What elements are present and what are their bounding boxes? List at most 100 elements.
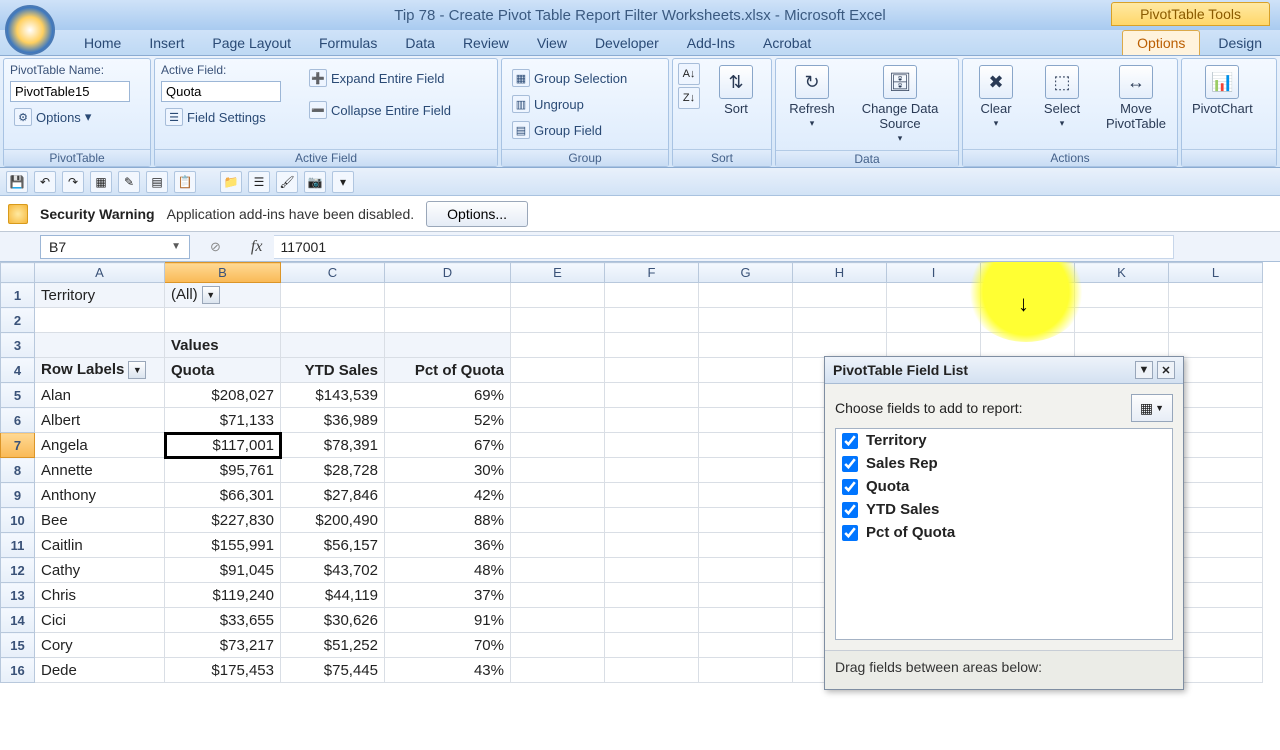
cell-ytd[interactable]: $78,391 [281,433,385,458]
cell-quota[interactable]: $91,045 [165,558,281,583]
field-list-titlebar[interactable]: PivotTable Field List ▼ ✕ [825,357,1183,384]
cell[interactable] [605,358,699,383]
cell[interactable] [605,408,699,433]
cell[interactable] [511,558,605,583]
cell-name[interactable]: Angela [35,433,165,458]
row-header-14[interactable]: 14 [1,608,35,633]
formula-input[interactable]: 117001 [274,235,1174,259]
field-item[interactable]: Pct of Quota [836,521,1172,544]
tab-review[interactable]: Review [449,31,523,55]
cell[interactable] [511,283,605,308]
row-header-13[interactable]: 13 [1,583,35,608]
cell[interactable] [699,408,793,433]
pct-header[interactable]: Pct of Quota [385,358,511,383]
col-header-F[interactable]: F [605,263,699,283]
row-header-2[interactable]: 2 [1,308,35,333]
cell[interactable] [511,408,605,433]
cell[interactable] [605,458,699,483]
redo-icon[interactable]: ↷ [62,171,84,193]
cell[interactable] [699,483,793,508]
cell[interactable] [511,483,605,508]
active-field-input[interactable] [161,81,281,102]
quota-header[interactable]: Quota [165,358,281,383]
cell-quota[interactable]: $119,240 [165,583,281,608]
cell[interactable] [699,458,793,483]
cell[interactable] [793,333,887,358]
cell[interactable] [511,333,605,358]
qat-btn-7[interactable]: 📋 [174,171,196,193]
cell-quota[interactable]: $71,133 [165,408,281,433]
row-header-3[interactable]: 3 [1,333,35,358]
row-header-11[interactable]: 11 [1,533,35,558]
row-header-8[interactable]: 8 [1,458,35,483]
pivotchart-button[interactable]: 📊PivotChart [1188,63,1257,118]
cell[interactable] [605,658,699,683]
cell[interactable] [385,308,511,333]
col-header-L[interactable]: L [1169,263,1263,283]
cell-pct[interactable]: 42% [385,483,511,508]
cell-name[interactable]: Cathy [35,558,165,583]
row-header-9[interactable]: 9 [1,483,35,508]
values-label[interactable]: Values [165,333,281,358]
cell-ytd[interactable]: $200,490 [281,508,385,533]
cell[interactable] [605,383,699,408]
cell[interactable] [699,608,793,633]
cell[interactable] [511,633,605,658]
fx-icon[interactable]: fx [251,238,263,256]
qat-more-icon[interactable]: ▾ [332,171,354,193]
cell-quota[interactable]: $155,991 [165,533,281,558]
select-all-cell[interactable] [1,263,35,283]
cell[interactable] [887,283,981,308]
row-header-4[interactable]: 4 [1,358,35,383]
tab-view[interactable]: View [523,31,581,55]
cell[interactable] [511,308,605,333]
cell[interactable] [699,633,793,658]
col-header-E[interactable]: E [511,263,605,283]
cell[interactable] [165,308,281,333]
name-box[interactable]: B7 ▼ [40,235,190,259]
cell[interactable] [699,658,793,683]
cell-quota[interactable]: $175,453 [165,658,281,683]
col-header-K[interactable]: K [1075,263,1169,283]
tab-options[interactable]: Options [1122,30,1200,55]
field-checkbox[interactable] [842,433,858,449]
field-item[interactable]: Sales Rep [836,452,1172,475]
cell[interactable] [887,308,981,333]
cell[interactable] [981,333,1075,358]
cell[interactable] [35,308,165,333]
tab-page-layout[interactable]: Page Layout [198,31,305,55]
cell[interactable] [511,433,605,458]
qat-btn-11[interactable]: 📷 [304,171,326,193]
col-header-H[interactable]: H [793,263,887,283]
cell-pct[interactable]: 37% [385,583,511,608]
qat-btn-5[interactable]: ✎ [118,171,140,193]
tab-developer[interactable]: Developer [581,31,673,55]
col-header-I[interactable]: I [887,263,981,283]
cell[interactable] [605,558,699,583]
rowlabels-dropdown-icon[interactable]: ▼ [128,361,146,379]
pivottable-field-list[interactable]: PivotTable Field List ▼ ✕ Choose fields … [824,356,1184,690]
cell[interactable] [511,508,605,533]
cell[interactable] [1075,333,1169,358]
cell-name[interactable]: Chris [35,583,165,608]
group-field-button[interactable]: ▤Group Field [508,119,606,141]
tab-home[interactable]: Home [70,31,135,55]
cell-name[interactable]: Cory [35,633,165,658]
ungroup-button[interactable]: ▥Ungroup [508,93,588,115]
worksheet-grid[interactable]: ↓ ABCDEFGHIJKL1 Territory (All)▼ 23 Valu… [0,262,1280,750]
cell[interactable] [1169,283,1263,308]
cell[interactable] [605,533,699,558]
cell[interactable] [1169,333,1263,358]
field-item[interactable]: Territory [836,429,1172,452]
cell-quota[interactable]: $33,655 [165,608,281,633]
warning-options-button[interactable]: Options... [426,201,528,227]
refresh-button[interactable]: ↻Refresh▾ [782,63,842,131]
move-pivottable-button[interactable]: ↔Move PivotTable [1098,63,1174,133]
cell[interactable] [605,333,699,358]
cell[interactable] [887,333,981,358]
collapse-field-button[interactable]: ➖Collapse Entire Field [305,99,455,121]
cell-name[interactable]: Dede [35,658,165,683]
cell-pct[interactable]: 43% [385,658,511,683]
cell[interactable] [699,433,793,458]
field-checkbox[interactable] [842,456,858,472]
